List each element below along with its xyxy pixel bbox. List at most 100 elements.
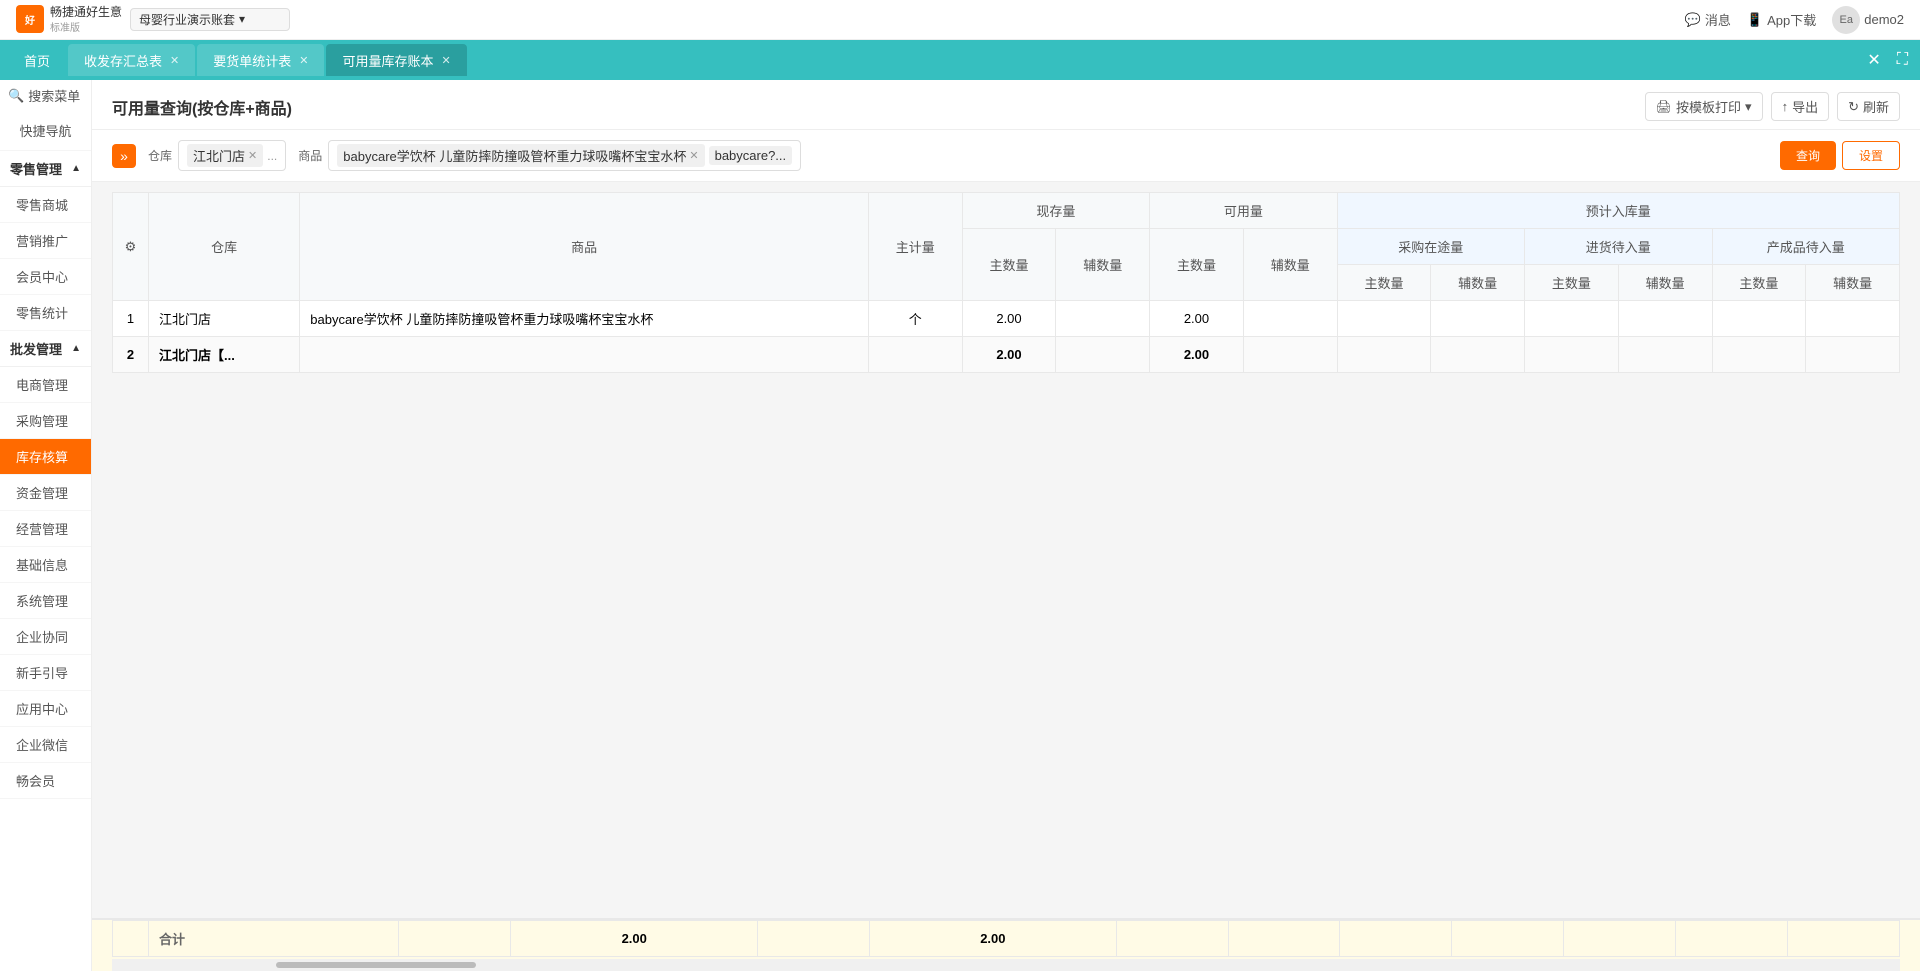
sidebar-item-retail-stat[interactable]: 零售统计: [0, 295, 91, 331]
sidebar-section-retail-label: 零售管理: [10, 159, 62, 178]
goods-tag-1-remove[interactable]: ✕: [689, 149, 698, 162]
top-bar-left: 好 畅捷通好生意 标准版 母婴行业演示账套 ▾: [16, 5, 290, 34]
row1-goods-aux: [1618, 301, 1712, 337]
content-area: 可用量查询(按仓库+商品) 🖨 按模板打印 ▾ ↑ 导出 ↻ 刷新: [92, 80, 1920, 971]
refresh-btn[interactable]: ↻ 刷新: [1837, 92, 1900, 121]
sidebar-item-operations-label: 经营管理: [16, 522, 68, 537]
warehouse-input[interactable]: 江北门店 ✕ ...: [178, 140, 286, 171]
sidebar-item-operations[interactable]: 经营管理: [0, 511, 91, 547]
row2-unit: [868, 337, 962, 373]
print-btn[interactable]: 🖨 按模板打印 ▾: [1645, 92, 1763, 121]
row1-current-aux: [1056, 301, 1150, 337]
user-name: demo2: [1864, 12, 1904, 27]
sidebar-item-stock[interactable]: 库存核算: [0, 439, 91, 475]
goods-tag-1-value: babycare学饮杯 儿童防摔防撞吸管杯重力球吸嘴杯宝宝水杯: [343, 146, 686, 165]
expand-tabs-btn[interactable]: ⛶: [1893, 51, 1912, 69]
tab-available-stock[interactable]: 可用量库存账本 ✕: [326, 44, 466, 76]
warehouse-more[interactable]: ...: [267, 149, 277, 163]
nav-tabs: 首页 收发存汇总表 ✕ 要货单统计表 ✕ 可用量库存账本 ✕ ✕ ⛶: [0, 40, 1920, 80]
row2-available-main: 2.00: [1150, 337, 1244, 373]
sidebar-item-wechat[interactable]: 企业微信: [0, 727, 91, 763]
row2-goods-aux: [1618, 337, 1712, 373]
goods-label: 商品: [298, 147, 322, 164]
prod-main-header: 主数量: [1712, 265, 1806, 301]
settings-col-header[interactable]: ⚙: [113, 193, 149, 301]
nav-tabs-right: ✕ ⛶: [1863, 50, 1912, 70]
tenant-name: 母婴行业演示账套: [139, 11, 235, 28]
page-title: 可用量查询(按仓库+商品): [112, 95, 292, 119]
summary-goods-aux: [1564, 921, 1676, 957]
sidebar-item-finance[interactable]: 资金管理: [0, 475, 91, 511]
current-stock-col-header: 现存量: [962, 193, 1149, 229]
sidebar-item-appstore[interactable]: 应用中心: [0, 691, 91, 727]
sidebar-search-label: 搜索菜单: [28, 86, 80, 105]
tab-inventory-summary-label: 收发存汇总表: [84, 51, 162, 70]
table-wrapper: ⚙ 仓库 商品 主计量 现存量: [92, 182, 1920, 918]
summary-available-main: 2.00: [869, 921, 1116, 957]
scrollbar-thumb[interactable]: [276, 962, 476, 968]
logo-icon: 好: [16, 5, 44, 33]
sidebar-item-basic[interactable]: 基础信息: [0, 547, 91, 583]
refresh-icon: ↻: [1848, 99, 1859, 115]
mobile-icon: 📱: [1747, 12, 1763, 28]
tab-close-2[interactable]: ✕: [299, 54, 308, 67]
row2-current-aux: [1056, 337, 1150, 373]
retail-expand-icon: ▲: [71, 163, 81, 174]
row1-goods: babycare学饮杯 儿童防摔防撞吸管杯重力球吸嘴杯宝宝水杯: [300, 301, 869, 337]
sidebar-item-system[interactable]: 系统管理: [0, 583, 91, 619]
available-col-header: 可用量: [1150, 193, 1337, 229]
tab-inventory-summary[interactable]: 收发存汇总表 ✕: [68, 44, 195, 76]
goods-main-header: 主数量: [1525, 265, 1619, 301]
sidebar-section-retail[interactable]: 零售管理 ▲: [0, 151, 91, 187]
sidebar-item-purchase[interactable]: 采购管理: [0, 403, 91, 439]
tab-close-1[interactable]: ✕: [170, 54, 179, 67]
sidebar-quick-nav[interactable]: 快捷导航: [0, 111, 91, 151]
refresh-label: 刷新: [1863, 97, 1889, 116]
export-icon: ↑: [1782, 99, 1789, 114]
message-btn[interactable]: 💬 消息: [1685, 10, 1731, 29]
page-title-area: 可用量查询(按仓库+商品): [112, 95, 292, 119]
sidebar-item-retail-mall[interactable]: 零售商城: [0, 187, 91, 223]
close-all-tabs-btn[interactable]: ✕: [1863, 50, 1884, 70]
sidebar-item-ecommerce-label: 电商管理: [16, 378, 68, 393]
tab-home[interactable]: 首页: [8, 44, 66, 76]
logo-text: 畅捷通好生意: [50, 5, 122, 19]
tab-order-stat[interactable]: 要货单统计表 ✕: [197, 44, 324, 76]
tenant-dropdown-icon: ▾: [239, 12, 245, 26]
summary-current-aux: [758, 921, 870, 957]
sidebar-item-member[interactable]: 会员中心: [0, 259, 91, 295]
horizontal-scrollbar[interactable]: [112, 959, 1900, 971]
summary-empty-1: [113, 921, 149, 957]
export-btn[interactable]: ↑ 导出: [1771, 92, 1830, 121]
app-download-btn[interactable]: 📱 App下载: [1747, 10, 1816, 29]
row1-available-aux: [1243, 301, 1337, 337]
user-area[interactable]: Ea demo2: [1832, 6, 1904, 34]
sidebar-item-appstore-label: 应用中心: [16, 702, 68, 717]
sidebar-item-guide[interactable]: 新手引导: [0, 655, 91, 691]
row1-warehouse: 江北门店: [149, 301, 300, 337]
sidebar-item-ecommerce[interactable]: 电商管理: [0, 367, 91, 403]
sidebar-search-btn[interactable]: 🔍 搜索菜单: [0, 80, 91, 111]
goods-input[interactable]: babycare学饮杯 儿童防摔防撞吸管杯重力球吸嘴杯宝宝水杯 ✕ babyca…: [328, 140, 801, 171]
warehouse-tag-remove[interactable]: ✕: [248, 149, 257, 162]
current-aux-qty-header: 辅数量: [1056, 229, 1150, 301]
row1-unit: 个: [868, 301, 962, 337]
setting-btn[interactable]: 设置: [1842, 141, 1900, 170]
filter-expand-btn[interactable]: »: [112, 144, 136, 168]
row1-current-main: 2.00: [962, 301, 1056, 337]
sidebar-item-collab[interactable]: 企业协同: [0, 619, 91, 655]
tab-order-stat-label: 要货单统计表: [213, 51, 291, 70]
sidebar-section-wholesale[interactable]: 批发管理 ▲: [0, 331, 91, 367]
tab-close-3[interactable]: ✕: [442, 54, 451, 67]
row1-pur-aux: [1431, 301, 1525, 337]
sidebar-item-marketing[interactable]: 营销推广: [0, 223, 91, 259]
table-row: 1 江北门店 babycare学饮杯 儿童防摔防撞吸管杯重力球吸嘴杯宝宝水杯 个…: [113, 301, 1900, 337]
query-btn[interactable]: 查询: [1780, 141, 1836, 170]
sidebar-item-retail-mall-label: 零售商城: [16, 198, 68, 213]
row2-warehouse: 江北门店【...: [149, 337, 300, 373]
print-dropdown-icon: ▾: [1745, 99, 1752, 115]
row2-pur-main: [1337, 337, 1431, 373]
warehouse-tag: 江北门店 ✕: [187, 144, 263, 167]
sidebar-item-member2[interactable]: 畅会员: [0, 763, 91, 799]
tenant-select[interactable]: 母婴行业演示账套 ▾: [130, 8, 290, 31]
